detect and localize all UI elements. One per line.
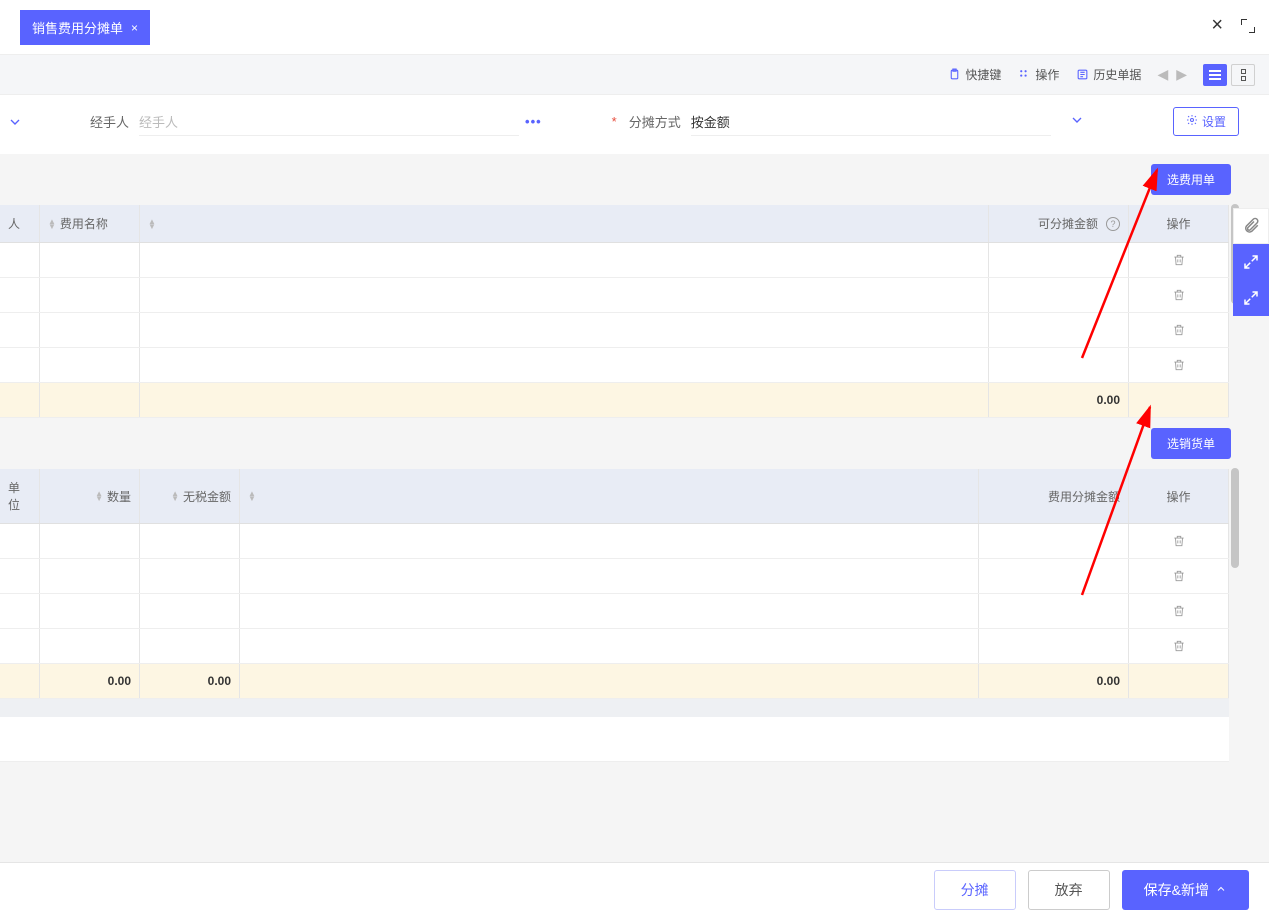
total-row: 0.00 xyxy=(0,383,1229,418)
table-row[interactable] xyxy=(0,559,1229,594)
table-row[interactable] xyxy=(0,348,1229,383)
select-expense-button[interactable]: 选费用单 xyxy=(1151,164,1231,195)
expand-button-1[interactable] xyxy=(1233,244,1269,280)
chevron-down-icon[interactable] xyxy=(0,114,30,130)
required-mark: * xyxy=(612,114,617,129)
method-select[interactable]: 按金额 xyxy=(691,108,1051,136)
trash-icon[interactable] xyxy=(1172,323,1186,337)
total-qty: 0.00 xyxy=(40,664,140,698)
gear-icon xyxy=(1186,114,1198,129)
col-unit[interactable]: 单位 xyxy=(0,469,40,523)
divider-panel xyxy=(0,699,1229,717)
col-feealloc[interactable]: 费用分摊金额 xyxy=(979,469,1129,523)
method-label: 分摊方式 xyxy=(629,112,681,131)
trash-icon[interactable] xyxy=(1172,288,1186,302)
expense-table-section: 选费用单 人 ▲▼ 费用名称 ▲▼ 可分摊金额 ? 操作 xyxy=(0,154,1269,418)
close-window-icon[interactable]: × xyxy=(1211,14,1223,37)
trash-icon[interactable] xyxy=(1172,569,1186,583)
sort-icon[interactable]: ▲▼ xyxy=(48,219,56,229)
more-dots-icon[interactable]: ••• xyxy=(525,114,542,129)
col-notax[interactable]: ▲▼ 无税金额 xyxy=(140,469,240,523)
attachment-button[interactable] xyxy=(1233,208,1269,244)
discard-button[interactable]: 放弃 xyxy=(1028,870,1110,910)
fullscreen-icon[interactable] xyxy=(1241,19,1255,33)
total-alloc: 0.00 xyxy=(989,383,1129,417)
blank-panel xyxy=(0,717,1229,762)
chevron-up-icon xyxy=(1215,882,1227,898)
shortcut-button[interactable]: 快捷键 xyxy=(947,66,1001,83)
sort-icon[interactable]: ▲▼ xyxy=(248,491,256,501)
expense-table: 人 ▲▼ 费用名称 ▲▼ 可分摊金额 ? 操作 xyxy=(0,205,1229,418)
trash-icon[interactable] xyxy=(1172,358,1186,372)
col-blank: ▲▼ xyxy=(240,469,979,523)
table-row[interactable] xyxy=(0,278,1229,313)
trash-icon[interactable] xyxy=(1172,534,1186,548)
expense-table-header: 人 ▲▼ 费用名称 ▲▼ 可分摊金额 ? 操作 xyxy=(0,205,1229,243)
table-row[interactable] xyxy=(0,243,1229,278)
col-qty[interactable]: ▲▼ 数量 xyxy=(40,469,140,523)
prev-page-icon[interactable]: ◀ xyxy=(1157,66,1168,83)
grid-view-button[interactable] xyxy=(1231,64,1255,86)
toolbar: 快捷键 操作 历史单据 ◀ ▶ xyxy=(0,55,1269,95)
clipboard-icon xyxy=(947,68,961,82)
col-feename[interactable]: ▲▼ 费用名称 xyxy=(40,205,140,242)
settings-button[interactable]: 设置 xyxy=(1173,107,1239,136)
trash-icon[interactable] xyxy=(1172,253,1186,267)
total-notax: 0.00 xyxy=(140,664,240,698)
active-tab[interactable]: 销售费用分摊单 × xyxy=(20,10,150,45)
total-row: 0.00 0.00 0.00 xyxy=(0,664,1229,699)
col-operation: 操作 xyxy=(1129,205,1229,242)
footer: 分摊 放弃 保存&新增 xyxy=(0,862,1269,916)
col-allocatable[interactable]: 可分摊金额 ? xyxy=(989,205,1129,242)
table-row[interactable] xyxy=(0,629,1229,664)
history-button[interactable]: 历史单据 xyxy=(1075,66,1141,83)
table-row[interactable] xyxy=(0,524,1229,559)
sales-table-header: 单位 ▲▼ 数量 ▲▼ 无税金额 ▲▼ 费用分摊金额 操作 xyxy=(0,469,1229,524)
total-feealloc: 0.00 xyxy=(979,664,1129,698)
next-page-icon[interactable]: ▶ xyxy=(1176,66,1187,83)
handler-input[interactable]: 经手人 xyxy=(139,108,519,136)
table-row[interactable] xyxy=(0,594,1229,629)
form-area: 经手人 经手人 ••• * 分摊方式 按金额 设置 xyxy=(0,95,1269,154)
table-row[interactable] xyxy=(0,313,1229,348)
save-and-new-button[interactable]: 保存&新增 xyxy=(1122,870,1249,910)
col-supplier[interactable]: 人 xyxy=(0,205,40,242)
tab-bar: 销售费用分摊单 × × xyxy=(0,0,1269,55)
col-blank: ▲▼ xyxy=(140,205,989,242)
tab-title: 销售费用分摊单 xyxy=(32,18,123,37)
allocate-button[interactable]: 分摊 xyxy=(934,870,1016,910)
operations-button[interactable]: 操作 xyxy=(1017,66,1059,83)
scrollbar[interactable] xyxy=(1231,468,1239,568)
view-toggle xyxy=(1203,64,1255,86)
right-floaters xyxy=(1233,208,1269,316)
close-tab-icon[interactable]: × xyxy=(131,21,138,35)
sort-icon[interactable]: ▲▼ xyxy=(171,491,179,501)
sales-table-section: 选销货单 单位 ▲▼ 数量 ▲▼ 无税金额 ▲▼ 费用分摊金额 操作 xyxy=(0,418,1269,699)
history-icon xyxy=(1075,68,1089,82)
sort-icon[interactable]: ▲▼ xyxy=(148,219,156,229)
handler-field: 经手人 经手人 xyxy=(90,108,519,136)
trash-icon[interactable] xyxy=(1172,604,1186,618)
trash-icon[interactable] xyxy=(1172,639,1186,653)
handler-label: 经手人 xyxy=(90,112,129,131)
method-chevron-icon[interactable] xyxy=(1051,112,1103,131)
sort-icon[interactable]: ▲▼ xyxy=(95,491,103,501)
expand-button-2[interactable] xyxy=(1233,280,1269,316)
method-field: * 分摊方式 按金额 xyxy=(612,108,1051,136)
col-operation: 操作 xyxy=(1129,469,1229,523)
sales-table: 单位 ▲▼ 数量 ▲▼ 无税金额 ▲▼ 费用分摊金额 操作 xyxy=(0,469,1229,699)
pager-arrows: ◀ ▶ xyxy=(1157,66,1187,83)
select-sales-button[interactable]: 选销货单 xyxy=(1151,428,1231,459)
help-icon[interactable]: ? xyxy=(1106,217,1120,231)
list-view-button[interactable] xyxy=(1203,64,1227,86)
grid-icon xyxy=(1017,68,1031,82)
